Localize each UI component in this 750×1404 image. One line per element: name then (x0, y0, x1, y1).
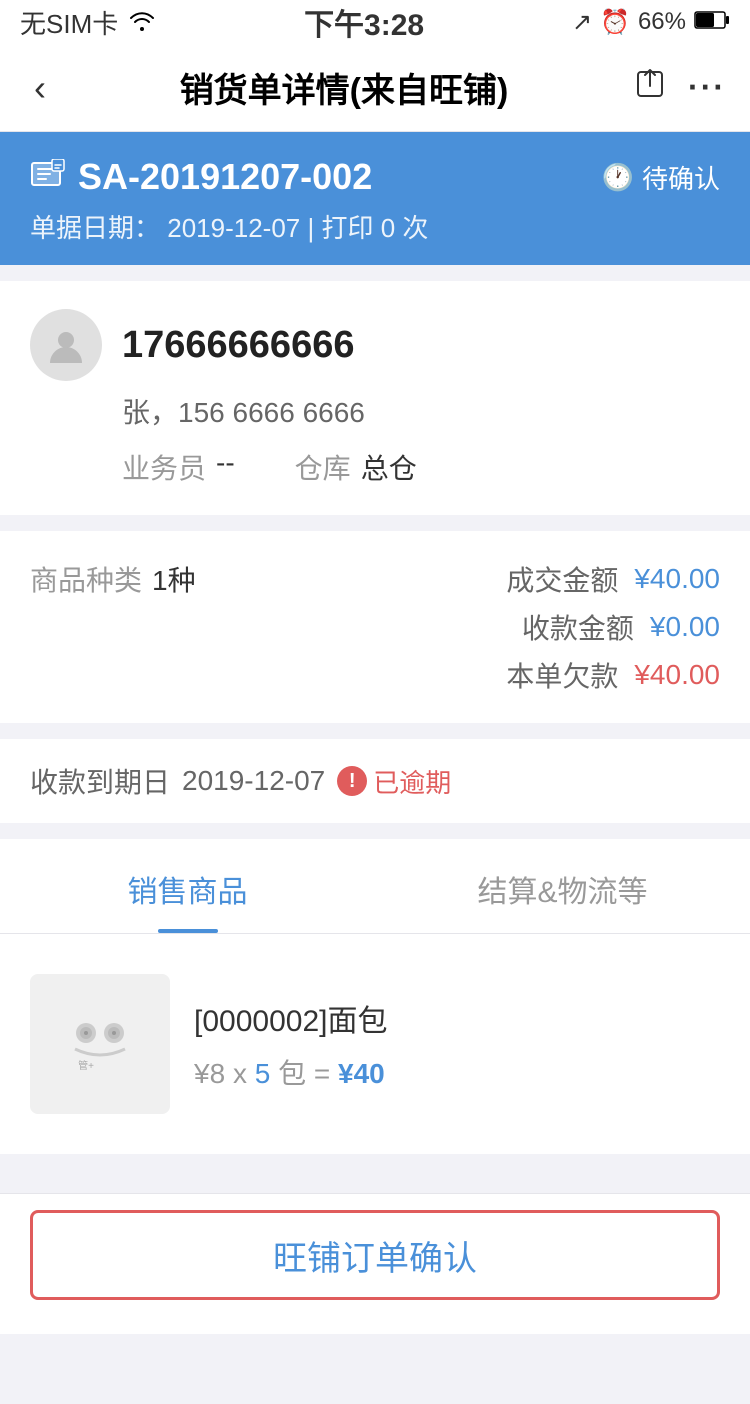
print-count: 0 (381, 213, 395, 243)
carrier-label: 无SIM卡 (20, 4, 118, 41)
due-value: ¥40.00 (634, 659, 720, 691)
summary-left: 商品种类 1种 (30, 559, 196, 599)
due-section: 收款到期日 2019-12-07 ! 已逾期 (0, 739, 750, 823)
overdue-badge: ! 已逾期 (337, 763, 451, 800)
sales-value: -- (216, 447, 235, 487)
category-label: 商品种类 (30, 559, 142, 599)
customer-meta: 业务员 -- 仓库 总仓 (30, 447, 720, 487)
status-bar: 无SIM卡 下午3:28 ↗ ⏰ 66% (0, 0, 750, 44)
due-row: 本单欠款 ¥40.00 (506, 655, 720, 695)
warehouse-value: 总仓 (361, 447, 417, 487)
status-bar-right: ↗ ⏰ 66% (572, 8, 730, 37)
more-icon[interactable]: ··· (688, 69, 726, 106)
order-icon (30, 156, 66, 198)
tab-sales-products[interactable]: 销售商品 (0, 839, 375, 933)
overdue-icon: ! (337, 766, 367, 796)
tabs-header: 销售商品 结算&物流等 (0, 839, 750, 934)
print-unit: 次 (402, 213, 428, 243)
status-bar-left: 无SIM卡 (20, 4, 156, 41)
clock-icon: 🕐 (602, 162, 634, 193)
order-id-container: SA-20191207-002 (30, 156, 372, 198)
due-date-label: 收款到期日 (30, 761, 170, 801)
overdue-text: 已逾期 (373, 763, 451, 800)
product-thumbnail-icon: 管+ (60, 1011, 140, 1078)
list-item: 管+ [0000002]面包 ¥8 x 5 包 = ¥40 (0, 954, 750, 1134)
quantity: 5 (255, 1058, 271, 1089)
alarm-icon: ⏰ (600, 8, 630, 37)
product-info: [0000002]面包 ¥8 x 5 包 = ¥40 (194, 974, 720, 1114)
print-label: | 打印 (307, 213, 373, 243)
received-label: 收款金额 (522, 607, 634, 647)
status-text: 待确认 (642, 159, 720, 196)
multiply-sign: x (233, 1058, 255, 1089)
received-row: 收款金额 ¥0.00 (522, 607, 720, 647)
sales-meta: 业务员 -- (122, 447, 235, 487)
order-header: SA-20191207-002 🕐 待确认 单据日期： 2019-12-07 |… (0, 132, 750, 265)
product-image: 管+ (30, 974, 170, 1114)
warehouse-label: 仓库 (295, 447, 351, 487)
customer-top: 17666666666 (30, 309, 720, 381)
total: ¥40 (338, 1058, 385, 1089)
nav-actions: ··· (632, 66, 726, 109)
date-label: 单据日期： (30, 213, 160, 243)
sales-label: 业务员 (122, 447, 206, 487)
status-time: 下午3:28 (304, 0, 424, 44)
share-icon[interactable] (632, 66, 668, 109)
wifi-icon (128, 7, 156, 38)
amount-row: 成交金额 ¥40.00 (506, 559, 720, 599)
product-price-line: ¥8 x 5 包 = ¥40 (194, 1052, 720, 1092)
product-name: [0000002]面包 (194, 996, 720, 1040)
summary-right: 成交金额 ¥40.00 收款金额 ¥0.00 本单欠款 ¥40.00 (506, 559, 720, 695)
tabs-section: 销售商品 结算&物流等 管+ (0, 839, 750, 1154)
svg-text:管+: 管+ (78, 1059, 94, 1071)
due-label: 本单欠款 (506, 655, 618, 695)
customer-phone: 17666666666 (122, 324, 354, 367)
location-icon: ↗ (572, 8, 592, 37)
battery-label: 66% (638, 8, 686, 36)
order-number: SA-20191207-002 (78, 156, 372, 198)
received-value: ¥0.00 (650, 611, 720, 643)
unit-price: ¥8 (194, 1058, 225, 1089)
equals-sign: = (314, 1058, 338, 1089)
product-list: 管+ [0000002]面包 ¥8 x 5 包 = ¥40 (0, 934, 750, 1154)
customer-section: 17666666666 张，156 6666 6666 业务员 -- 仓库 总仓 (0, 281, 750, 515)
order-status: 🕐 待确认 (602, 159, 720, 196)
warehouse-meta: 仓库 总仓 (295, 447, 417, 487)
tab-settlement[interactable]: 结算&物流等 (375, 839, 750, 933)
tab-sales-label: 销售商品 (128, 876, 248, 909)
unit: 包 (278, 1058, 306, 1089)
confirm-order-button[interactable]: 旺铺订单确认 (30, 1210, 720, 1300)
category-value: 1种 (152, 559, 196, 599)
order-date: 2019-12-07 (167, 213, 300, 243)
amount-value: ¥40.00 (634, 563, 720, 595)
nav-bar: ‹ 销货单详情(来自旺铺) ··· (0, 44, 750, 132)
avatar (30, 309, 102, 381)
page-title: 销货单详情(来自旺铺) (180, 63, 509, 112)
due-date-value: 2019-12-07 (182, 765, 325, 797)
order-date-line: 单据日期： 2019-12-07 | 打印 0 次 (30, 208, 720, 245)
summary-section: 商品种类 1种 成交金额 ¥40.00 收款金额 ¥0.00 本单欠款 ¥40.… (0, 531, 750, 723)
tab-settlement-label: 结算&物流等 (477, 876, 647, 909)
bottom-action: 旺铺订单确认 (0, 1193, 750, 1334)
customer-contact: 张，156 6666 6666 (30, 391, 720, 431)
amount-label: 成交金额 (506, 559, 618, 599)
back-button[interactable]: ‹ (24, 57, 56, 119)
battery-icon (694, 8, 730, 36)
